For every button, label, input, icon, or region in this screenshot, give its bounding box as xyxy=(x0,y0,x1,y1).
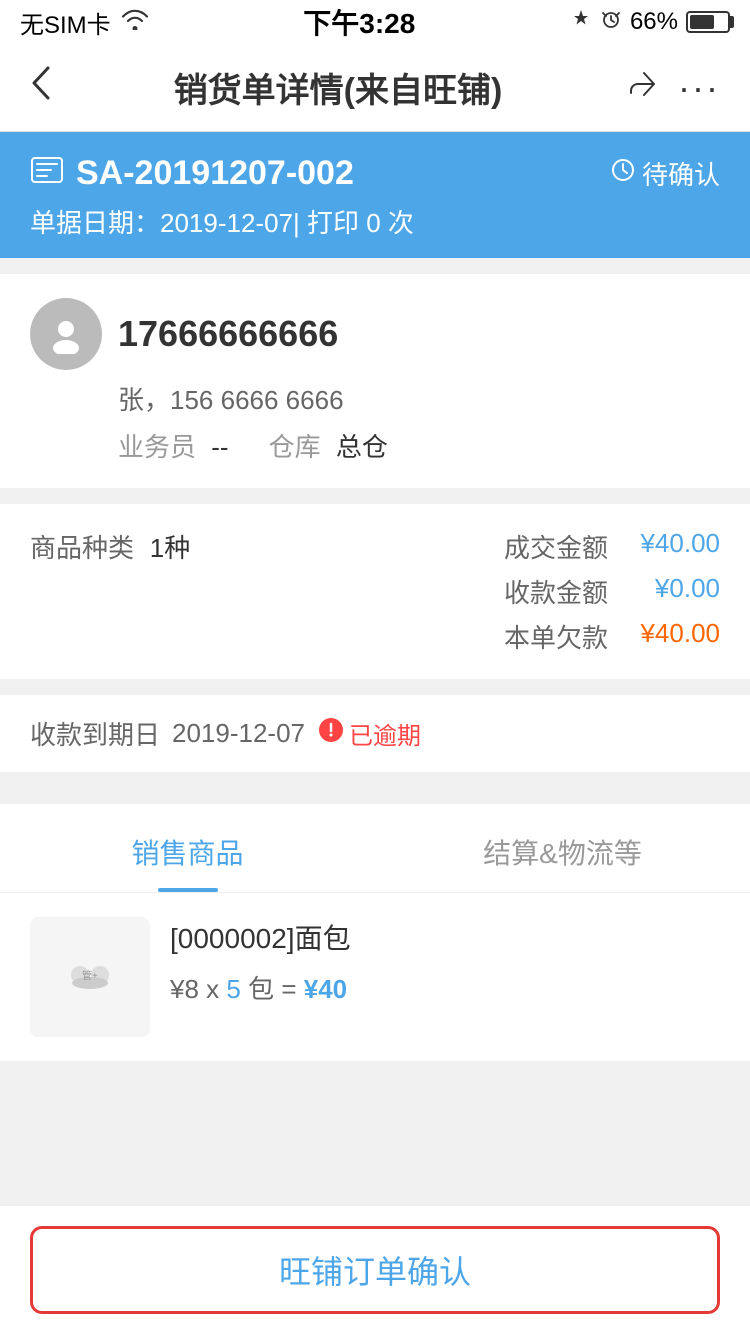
deal-amount: ¥40.00 xyxy=(620,528,720,565)
product-details: [0000002]面包 ¥8 x 5 包 = ¥40 xyxy=(170,917,720,1006)
overdue-badge: 已逾期 xyxy=(317,716,421,751)
order-status: 待确认 xyxy=(610,155,720,192)
owed-label: 本单欠款 xyxy=(504,618,608,655)
bottom-bar: 旺铺订单确认 xyxy=(0,1205,750,1334)
due-section: 收款到期日 2019-12-07 已逾期 xyxy=(0,695,750,772)
nav-bar: 销货单详情(来自旺铺) ··· xyxy=(0,44,750,132)
due-label: 收款到期日 xyxy=(30,715,160,752)
nav-actions: ··· xyxy=(624,67,720,109)
confirm-order-button[interactable]: 旺铺订单确认 xyxy=(30,1226,720,1314)
warehouse-label: 仓库 xyxy=(269,432,321,462)
order-header-banner: SA-20191207-002 待确认 单据日期：2019-12-07| 打印 … xyxy=(0,132,750,258)
order-id: SA-20191207-002 xyxy=(30,154,354,193)
received-label: 收款金额 xyxy=(504,573,608,610)
warning-icon xyxy=(317,716,345,751)
customer-meta: 业务员 -- 仓库 总仓 xyxy=(118,427,720,464)
product-price: ¥8 x 5 包 = ¥40 xyxy=(170,969,720,1006)
status-right: 66% xyxy=(570,8,730,37)
product-thumbnail: 管+ xyxy=(30,917,150,1037)
more-icon[interactable]: ··· xyxy=(678,67,720,109)
amounts: 成交金额 ¥40.00 收款金额 ¥0.00 本单欠款 ¥40.00 xyxy=(504,528,720,655)
location-icon xyxy=(570,8,592,37)
tab-settlement[interactable]: 结算&物流等 xyxy=(375,804,750,892)
customer-section: 17666666666 张，156 6666 6666 业务员 -- 仓库 总仓 xyxy=(0,274,750,488)
product-name: [0000002]面包 xyxy=(170,917,720,957)
customer-phone: 17666666666 xyxy=(118,313,338,355)
battery-label: 66% xyxy=(630,8,678,36)
salesperson-label: 业务员 xyxy=(118,432,196,462)
due-date: 2019-12-07 xyxy=(172,718,305,749)
deal-amount-label: 成交金额 xyxy=(504,528,608,565)
share-icon[interactable] xyxy=(624,67,658,108)
status-time: 下午3:28 xyxy=(303,2,415,42)
avatar xyxy=(30,298,102,370)
summary-section: 商品种类 1种 成交金额 ¥40.00 收款金额 ¥0.00 本单欠款 ¥40.… xyxy=(0,504,750,679)
battery-icon xyxy=(686,11,730,33)
status-left: 无SIM卡 xyxy=(20,5,149,40)
salesperson-value: -- xyxy=(211,432,228,462)
product-item: 管+ [0000002]面包 ¥8 x 5 包 = ¥40 xyxy=(0,893,750,1061)
product-type: 商品种类 1种 xyxy=(30,528,190,565)
received-amount: ¥0.00 xyxy=(620,573,720,610)
tab-sales-products[interactable]: 销售商品 xyxy=(0,804,375,892)
order-date: 单据日期：2019-12-07| 打印 0 次 xyxy=(30,203,720,240)
order-icon xyxy=(30,154,64,193)
owed-amount: ¥40.00 xyxy=(620,618,720,655)
page-title: 销货单详情(来自旺铺) xyxy=(174,63,503,112)
customer-name: 张，156 6666 6666 xyxy=(118,380,720,417)
tabs-row: 销售商品 结算&物流等 xyxy=(0,804,750,893)
warehouse-value: 总仓 xyxy=(336,432,388,462)
alarm-icon xyxy=(600,8,622,37)
tabs-section: 销售商品 结算&物流等 管+ [0000002]面包 ¥8 x xyxy=(0,804,750,1061)
wifi-icon xyxy=(121,8,149,37)
status-bar: 无SIM卡 下午3:28 66% xyxy=(0,0,750,44)
back-button[interactable] xyxy=(30,64,52,111)
svg-text:管+: 管+ xyxy=(82,969,98,982)
carrier-label: 无SIM卡 xyxy=(20,5,111,40)
clock-icon xyxy=(610,157,636,190)
